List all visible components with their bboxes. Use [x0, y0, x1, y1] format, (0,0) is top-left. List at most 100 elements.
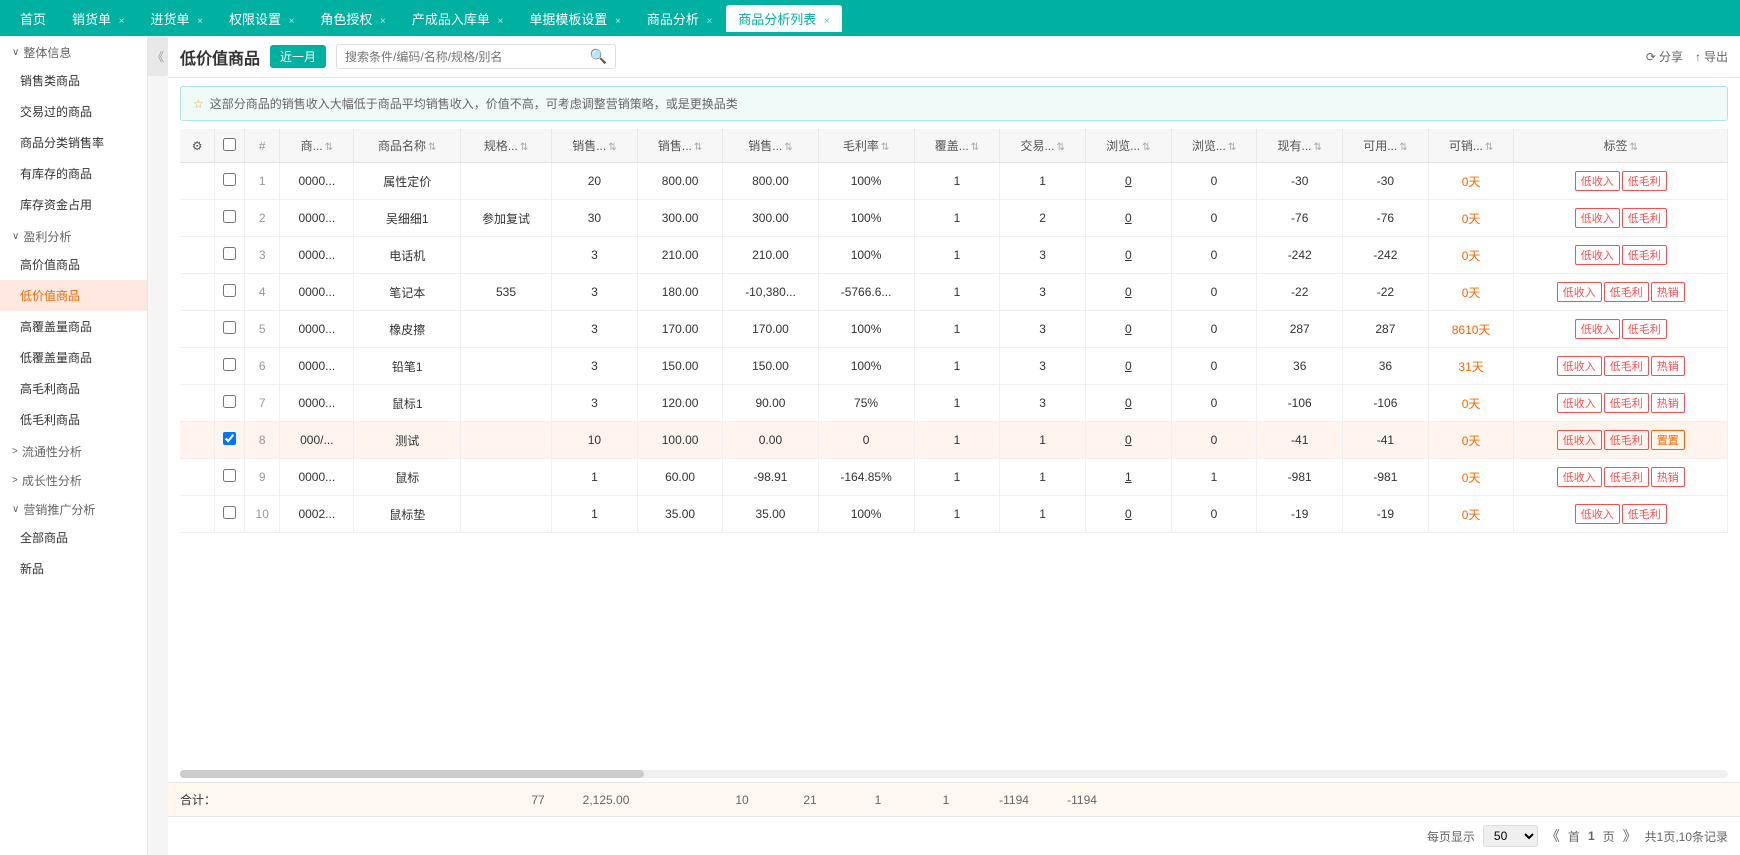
cell-checkbox[interactable] [215, 422, 245, 459]
cell-checkbox[interactable] [215, 385, 245, 422]
row-checkbox[interactable] [223, 247, 236, 260]
cell-stock: -19 [1257, 496, 1343, 533]
sidebar-group-flow[interactable]: > 流通性分析 [0, 435, 147, 464]
cell-browse2: 1 [1171, 459, 1257, 496]
cell-checkbox[interactable] [215, 237, 245, 274]
nav-purchase[interactable]: 进货单 × [138, 5, 214, 32]
cell-saleable: 0天 [1428, 274, 1514, 311]
th-checkbox[interactable] [215, 129, 245, 163]
th-settings[interactable]: ⚙ [180, 129, 215, 163]
first-page-button[interactable]: 《 [1546, 826, 1560, 846]
th-browse1[interactable]: 浏览...⇅ [1085, 129, 1171, 163]
tag: 低收入 [1575, 171, 1620, 191]
row-checkbox[interactable] [223, 284, 236, 297]
close-icon[interactable]: × [706, 16, 712, 27]
nav-role[interactable]: 角色授权 × [308, 5, 397, 32]
close-icon[interactable]: × [380, 16, 386, 27]
th-tags[interactable]: 标签⇅ [1514, 129, 1728, 163]
close-icon[interactable]: × [824, 16, 830, 27]
row-checkbox[interactable] [223, 210, 236, 223]
th-code[interactable]: 商...⇅ [280, 129, 354, 163]
row-checkbox[interactable] [223, 358, 236, 371]
select-all-checkbox[interactable] [223, 138, 236, 151]
th-gross-rate[interactable]: 毛利率⇅ [818, 129, 914, 163]
share-button[interactable]: ⟳ 分享 [1646, 48, 1683, 65]
next-page-button[interactable]: 》 [1623, 826, 1637, 846]
sidebar-item-traded-products[interactable]: 交易过的商品 [0, 96, 147, 127]
nav-product-analysis-list[interactable]: 商品分析列表 × [726, 5, 841, 32]
export-button[interactable]: ↑ 导出 [1695, 48, 1728, 65]
cell-checkbox[interactable] [215, 311, 245, 348]
sidebar-item-low-value[interactable]: 低价值商品 [0, 280, 147, 311]
sidebar-item-stocked-products[interactable]: 有库存的商品 [0, 158, 147, 189]
cell-gross-rate: 100% [818, 163, 914, 200]
th-sales-avg[interactable]: 销售...⇅ [723, 129, 818, 163]
th-coverage[interactable]: 覆盖...⇅ [914, 129, 1000, 163]
sidebar-item-new-products[interactable]: 新品 [0, 553, 147, 584]
row-checkbox[interactable] [223, 173, 236, 186]
filter-period-button[interactable]: 近一月 [270, 45, 326, 68]
tag: 热销 [1651, 356, 1685, 376]
sidebar-collapse-button[interactable]: 《 [148, 36, 168, 76]
th-spec[interactable]: 规格...⇅ [460, 129, 551, 163]
cell-sales-avg: 300.00 [723, 200, 818, 237]
close-icon[interactable]: × [498, 16, 504, 27]
nav-template[interactable]: 单据模板设置 × [517, 5, 632, 32]
sidebar-item-high-coverage[interactable]: 高覆盖量商品 [0, 311, 147, 342]
page-suffix: 页 [1603, 828, 1615, 845]
page-size-select[interactable]: 50 100 200 [1483, 825, 1538, 847]
horizontal-scrollbar[interactable] [180, 770, 1728, 778]
cell-checkbox[interactable] [215, 496, 245, 533]
sidebar-item-low-coverage[interactable]: 低覆盖量商品 [0, 342, 147, 373]
row-checkbox[interactable] [223, 432, 236, 445]
th-stock[interactable]: 现有...⇅ [1257, 129, 1343, 163]
close-icon[interactable]: × [119, 16, 125, 27]
sidebar-group-marketing[interactable]: ∨ 营销推广分析 [0, 493, 147, 522]
th-saleable[interactable]: 可销...⇅ [1428, 129, 1514, 163]
cell-checkbox[interactable] [215, 459, 245, 496]
sidebar-item-low-margin[interactable]: 低毛利商品 [0, 404, 147, 435]
cell-checkbox[interactable] [215, 200, 245, 237]
nav-permission[interactable]: 权限设置 × [217, 5, 306, 32]
sidebar-item-high-margin[interactable]: 高毛利商品 [0, 373, 147, 404]
tag: 低收入 [1557, 356, 1602, 376]
cell-settings [180, 200, 215, 237]
sidebar-group-growth[interactable]: > 成长性分析 [0, 464, 147, 493]
scrollbar-thumb[interactable] [180, 770, 644, 778]
cell-browse1[interactable]: 1 [1085, 459, 1171, 496]
cell-stock: -242 [1257, 237, 1343, 274]
nav-product-analysis[interactable]: 商品分析 × [635, 5, 724, 32]
sidebar-item-high-value[interactable]: 高价值商品 [0, 249, 147, 280]
nav-home[interactable]: 首页 [8, 5, 58, 32]
close-icon[interactable]: × [197, 16, 203, 27]
th-name[interactable]: 商品名称⇅ [354, 129, 461, 163]
search-icon[interactable]: 🔍 [590, 48, 607, 65]
search-input[interactable] [345, 50, 586, 64]
close-icon[interactable]: × [289, 16, 295, 27]
close-icon[interactable]: × [615, 16, 621, 27]
cell-browse1: 0 [1085, 200, 1171, 237]
row-checkbox[interactable] [223, 321, 236, 334]
sidebar-item-category-rate[interactable]: 商品分类销售率 [0, 127, 147, 158]
sidebar-item-all-products[interactable]: 全部商品 [0, 522, 147, 553]
row-checkbox[interactable] [223, 506, 236, 519]
sidebar-item-capital-usage[interactable]: 库存资金占用 [0, 189, 147, 220]
cell-checkbox[interactable] [215, 274, 245, 311]
row-checkbox[interactable] [223, 469, 236, 482]
th-available[interactable]: 可用...⇅ [1343, 129, 1429, 163]
nav-product-stock[interactable]: 产成品入库单 × [400, 5, 515, 32]
sidebar-item-sales-products[interactable]: 销售类商品 [0, 65, 147, 96]
sidebar-group-overall[interactable]: ∨ 整体信息 [0, 36, 147, 65]
cell-settings [180, 274, 215, 311]
th-trade[interactable]: 交易...⇅ [1000, 129, 1086, 163]
nav-sales[interactable]: 销货单 × [60, 5, 136, 32]
sidebar-group-profit[interactable]: ∨ 盈利分析 [0, 220, 147, 249]
th-sales-amt[interactable]: 销售...⇅ [637, 129, 723, 163]
cell-checkbox[interactable] [215, 348, 245, 385]
cell-checkbox[interactable] [215, 163, 245, 200]
cell-num: 9 [245, 459, 280, 496]
th-sales-qty[interactable]: 销售...⇅ [552, 129, 638, 163]
row-checkbox[interactable] [223, 395, 236, 408]
cell-settings [180, 237, 215, 274]
th-browse2[interactable]: 浏览...⇅ [1171, 129, 1257, 163]
